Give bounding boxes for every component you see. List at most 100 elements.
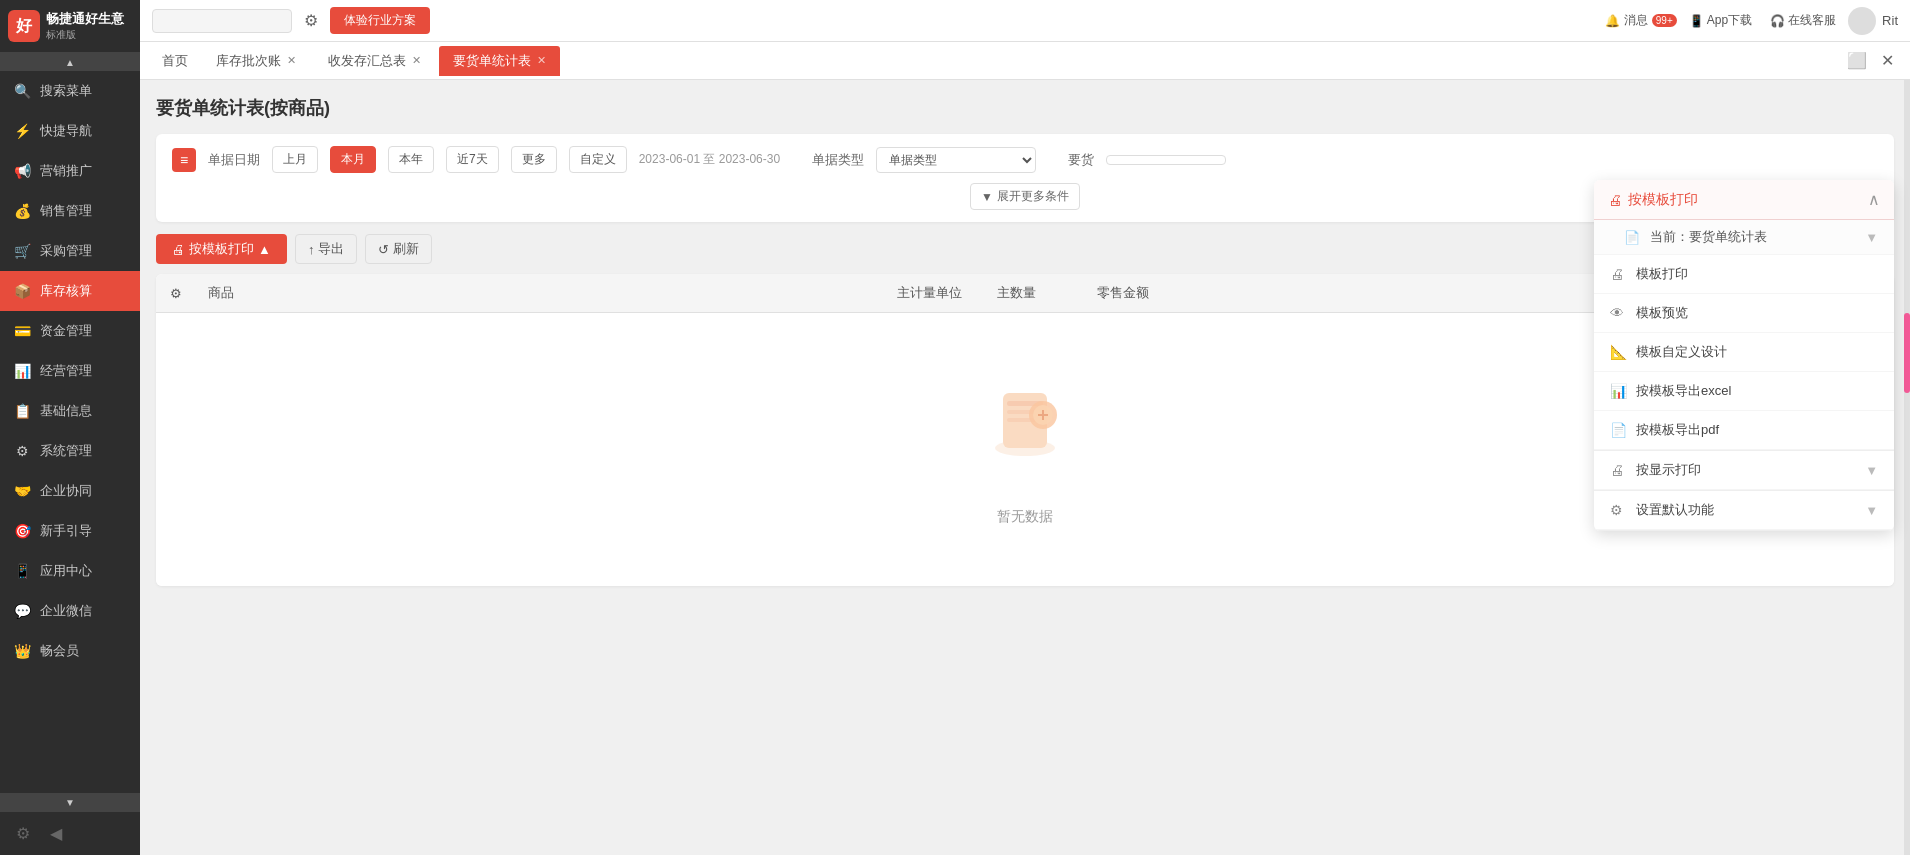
sidebar-scroll-up[interactable]: ▲ (0, 53, 140, 71)
guide-icon: 🎯 (12, 521, 32, 541)
sidebar: 好 畅捷通好生意 标准版 ▲ 🔍 搜索菜单 ⚡ 快捷导航 📢 营销推广 💰 销售… (0, 0, 140, 855)
notification-count: 99+ (1652, 14, 1677, 27)
main-content: ⚙ 体验行业方案 🔔 消息 99+ 📱 App下载 🎧 在线客服 Rit 首页 … (140, 0, 1910, 855)
tab-inventory-batch[interactable]: 库存批次账 ✕ (202, 46, 310, 76)
print-button[interactable]: 🖨 按模板打印 ▲ (156, 234, 287, 264)
tab-close-receive-summary[interactable]: ✕ (412, 54, 421, 67)
tab-order-stats[interactable]: 要货单统计表 ✕ (439, 46, 560, 76)
user-name: Rit (1882, 13, 1898, 28)
expand-filter-button[interactable]: ▼ 展开更多条件 (970, 183, 1080, 210)
export-button[interactable]: ↑ 导出 (295, 234, 358, 264)
tabbar-right: ⬜ ✕ (1843, 47, 1898, 74)
topbar-settings-icon[interactable]: ⚙ (300, 7, 322, 34)
chevron-up-icon: ▲ (258, 242, 271, 257)
dropdown-item-template-custom[interactable]: 📐 模板自定义设计 (1594, 333, 1894, 372)
notification-label: 消息 (1624, 12, 1648, 29)
refresh-button[interactable]: ↺ 刷新 (365, 234, 432, 264)
table-col-product: 商品 (196, 284, 885, 302)
filter-row-1: ≡ 单据日期 上月 本月 本年 近7天 更多 自定义 2023-06-01 至 … (172, 146, 1878, 173)
trial-button[interactable]: 体验行业方案 (330, 7, 430, 34)
doc-type-select[interactable]: 单据类型 (876, 147, 1036, 173)
sidebar-item-inventory[interactable]: 📦 库存核算 (0, 271, 140, 311)
online-service-button[interactable]: 🎧 在线客服 (1764, 8, 1842, 33)
dropdown-section-3: ⚙ 设置默认功能 ▼ (1594, 491, 1894, 531)
user-avatar[interactable] (1848, 7, 1876, 35)
filter-collapse-button[interactable]: ≡ (172, 148, 196, 172)
sidebar-item-finance[interactable]: 💳 资金管理 (0, 311, 140, 351)
table-col-unit: 主计量单位 (885, 284, 985, 302)
sidebar-item-collab[interactable]: 🤝 企业协同 (0, 471, 140, 511)
sidebar-item-operations[interactable]: 📊 经营管理 (0, 351, 140, 391)
dropdown-item-display-print[interactable]: 🖨 按显示打印 ▼ (1594, 451, 1894, 490)
collab-icon: 🤝 (12, 481, 32, 501)
date-btn-last-month[interactable]: 上月 (272, 146, 318, 173)
sidebar-item-purchase[interactable]: 🛒 采购管理 (0, 231, 140, 271)
finance-icon: 💳 (12, 321, 32, 341)
topbar-actions: 🔔 消息 99+ 📱 App下载 🎧 在线客服 Rit (1605, 7, 1898, 35)
template-preview-icon: 👁 (1610, 305, 1626, 321)
dropdown-close-button[interactable]: ∧ (1868, 190, 1880, 209)
app-download-button[interactable]: 📱 App下载 (1683, 8, 1758, 33)
basic-icon: 📋 (12, 401, 32, 421)
tab-close-inventory-batch[interactable]: ✕ (287, 54, 296, 67)
sidebar-bottom: ⚙ ◀ (0, 811, 140, 855)
sidebar-collapse-icon[interactable]: ◀ (46, 820, 66, 847)
tabbar: 首页 库存批次账 ✕ 收发存汇总表 ✕ 要货单统计表 ✕ ⬜ ✕ (140, 42, 1910, 80)
export-icon: ↑ (308, 242, 315, 257)
tab-maximize-button[interactable]: ⬜ (1843, 47, 1871, 74)
topbar: ⚙ 体验行业方案 🔔 消息 99+ 📱 App下载 🎧 在线客服 Rit (140, 0, 1910, 42)
sidebar-item-quick-nav[interactable]: ⚡ 快捷导航 (0, 111, 140, 151)
topbar-search-input[interactable] (152, 9, 292, 33)
dropdown-current-template[interactable]: 📄 当前：要货单统计表 ▼ (1594, 220, 1894, 255)
sidebar-item-member[interactable]: 👑 畅会员 (0, 631, 140, 671)
dropdown-item-set-default[interactable]: ⚙ 设置默认功能 ▼ (1594, 491, 1894, 530)
dropdown-item-export-excel[interactable]: 📊 按模板导出excel (1594, 372, 1894, 411)
purchase-icon: 🛒 (12, 241, 32, 261)
sidebar-settings-icon[interactable]: ⚙ (12, 820, 34, 847)
notification-button[interactable]: 🔔 消息 99+ (1605, 12, 1677, 29)
empty-text: 暂无数据 (997, 508, 1053, 526)
table-col-quantity: 主数量 (985, 284, 1085, 302)
date-btn-custom[interactable]: 自定义 (569, 146, 627, 173)
dropdown-item-template-print[interactable]: 🖨 模板打印 (1594, 255, 1894, 294)
page-area: 要货单统计表(按商品) ≡ 单据日期 上月 本月 本年 近7天 更多 自定义 2… (140, 80, 1910, 855)
dropdown-item-export-pdf[interactable]: 📄 按模板导出pdf (1594, 411, 1894, 450)
date-btn-more[interactable]: 更多 (511, 146, 557, 173)
export-pdf-icon: 📄 (1610, 422, 1626, 438)
sidebar-scroll-down[interactable]: ▼ (0, 793, 140, 811)
tab-receive-summary[interactable]: 收发存汇总表 ✕ (314, 46, 435, 76)
sidebar-item-search[interactable]: 🔍 搜索菜单 (0, 71, 140, 111)
sidebar-nav: 🔍 搜索菜单 ⚡ 快捷导航 📢 营销推广 💰 销售管理 🛒 采购管理 📦 库存核… (0, 71, 140, 793)
system-icon: ⚙ (12, 441, 32, 461)
yaohuodian-label: 要货 (1068, 151, 1094, 169)
scroll-thumb[interactable] (1904, 313, 1910, 393)
sidebar-item-sales[interactable]: 💰 销售管理 (0, 191, 140, 231)
sidebar-item-wechat[interactable]: 💬 企业微信 (0, 591, 140, 631)
dropdown-header: 🖨 按模板打印 ∧ (1594, 180, 1894, 220)
date-btn-7days[interactable]: 近7天 (446, 146, 499, 173)
sidebar-item-system[interactable]: ⚙ 系统管理 (0, 431, 140, 471)
app-name: 畅捷通好生意 (46, 10, 124, 28)
app-logo[interactable]: 好 畅捷通好生意 标准版 (0, 0, 140, 53)
sidebar-item-app-center[interactable]: 📱 应用中心 (0, 551, 140, 591)
dropdown-section-1: 🖨 模板打印 👁 模板预览 📐 模板自定义设计 📊 按模板导出excel 📄 (1594, 255, 1894, 451)
scrollbar-right[interactable] (1904, 80, 1910, 855)
date-filter-label: 单据日期 (208, 151, 260, 169)
sidebar-item-marketing[interactable]: 📢 营销推广 (0, 151, 140, 191)
tab-home[interactable]: 首页 (152, 46, 198, 76)
date-range-display: 2023-06-01 至 2023-06-30 (639, 151, 780, 168)
marketing-icon: 📢 (12, 161, 32, 181)
sidebar-item-basic[interactable]: 📋 基础信息 (0, 391, 140, 431)
dropdown-item-template-preview[interactable]: 👁 模板预览 (1594, 294, 1894, 333)
tab-close-order-stats[interactable]: ✕ (537, 54, 546, 67)
chevron-down-icon: ▼ (981, 190, 993, 204)
template-print-icon: 🖨 (1610, 266, 1626, 282)
dropdown-section-2: 🖨 按显示打印 ▼ (1594, 451, 1894, 491)
operations-icon: 📊 (12, 361, 32, 381)
export-excel-icon: 📊 (1610, 383, 1626, 399)
tab-close-all-button[interactable]: ✕ (1877, 47, 1898, 74)
table-col-settings[interactable]: ⚙ (156, 284, 196, 302)
date-btn-this-year[interactable]: 本年 (388, 146, 434, 173)
date-btn-this-month[interactable]: 本月 (330, 146, 376, 173)
sidebar-item-guide[interactable]: 🎯 新手引导 (0, 511, 140, 551)
